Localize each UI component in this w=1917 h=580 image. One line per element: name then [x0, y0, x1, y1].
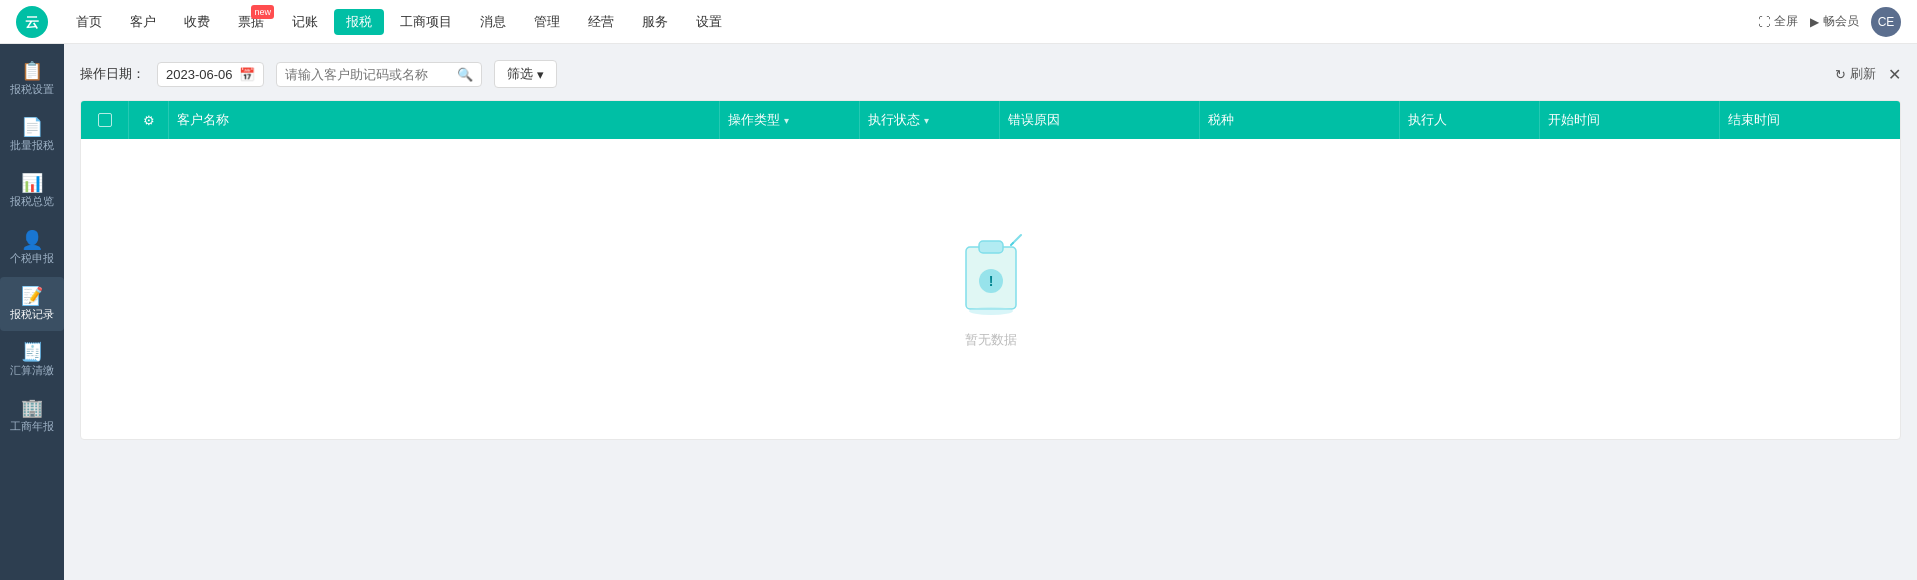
- empty-text: 暂无数据: [965, 331, 1017, 349]
- col-end-time-label: 结束时间: [1728, 111, 1780, 129]
- toolbar-right: ↻ 刷新 ✕: [1835, 65, 1901, 84]
- sidebar-label-baoshuizonglan: 报税总览: [10, 195, 54, 208]
- piliangbaoshui-icon: 📄: [21, 118, 43, 136]
- nav-item-票据[interactable]: 票据new: [226, 9, 276, 35]
- col-customer-name: 客户名称: [169, 101, 720, 139]
- nav-item-工商项目[interactable]: 工商项目: [388, 9, 464, 35]
- sidebar-item-geshuishenbao[interactable]: 👤 个税申报: [0, 221, 64, 275]
- col-customer-name-label: 客户名称: [177, 111, 229, 129]
- gear-icon: ⚙: [143, 113, 155, 128]
- nav-item-客户[interactable]: 客户: [118, 9, 168, 35]
- sidebar: 📋 报税设置 📄 批量报税 📊 报税总览 👤 个税申报 📝 报税记录 🧾 汇算清缴 🏢 工商年报: [0, 44, 64, 580]
- fullscreen-button[interactable]: ⛶ 全屏: [1758, 13, 1798, 30]
- col-error-reason: 错误原因: [1000, 101, 1200, 139]
- baoshuizonglan-icon: 📊: [21, 174, 43, 192]
- search-box: 🔍: [276, 62, 482, 87]
- nav-item-设置[interactable]: 设置: [684, 9, 734, 35]
- search-icon: 🔍: [457, 67, 473, 82]
- data-table: ⚙ 客户名称 操作类型 ▾ 执行状态 ▾ 错误原因 税种: [80, 100, 1901, 440]
- sidebar-label-huisuanqingxi: 汇算清缴: [10, 364, 54, 377]
- sidebar-label-piliangbaoshui: 批量报税: [10, 139, 54, 152]
- nav-item-消息[interactable]: 消息: [468, 9, 518, 35]
- refresh-label: 刷新: [1850, 65, 1876, 83]
- nav-menu: 首页客户收费票据new记账报税工商项目消息管理经营服务设置: [64, 9, 1758, 35]
- col-error-reason-label: 错误原因: [1008, 111, 1060, 129]
- badge-new: new: [251, 5, 274, 19]
- sidebar-item-baoshuishezhi[interactable]: 📋 报税设置: [0, 52, 64, 106]
- sidebar-item-gongshangnianbao[interactable]: 🏢 工商年报: [0, 389, 64, 443]
- nav-item-经营[interactable]: 经营: [576, 9, 626, 35]
- svg-line-7: [1011, 243, 1013, 245]
- refresh-icon: ↻: [1835, 67, 1846, 82]
- avatar-initials: CE: [1878, 15, 1895, 29]
- col-operation-type-label: 操作类型: [728, 111, 780, 129]
- sidebar-label-gongshangnianbao: 工商年报: [10, 420, 54, 433]
- nav-item-收费[interactable]: 收费: [172, 9, 222, 35]
- col-executor: 执行人: [1400, 101, 1540, 139]
- col-execute-status[interactable]: 执行状态 ▾: [860, 101, 1000, 139]
- baoshuishezhi-icon: 📋: [21, 62, 43, 80]
- sidebar-label-baoshuijilu: 报税记录: [10, 308, 54, 321]
- close-button[interactable]: ✕: [1888, 65, 1901, 84]
- avatar[interactable]: CE: [1871, 7, 1901, 37]
- col-tax-type: 税种: [1200, 101, 1400, 139]
- col-start-time-label: 开始时间: [1548, 111, 1600, 129]
- toolbar: 操作日期： 2023-06-06 📅 🔍 筛选 ▾ ↻ 刷新 ✕: [80, 60, 1901, 88]
- fullscreen-icon: ⛶: [1758, 15, 1770, 29]
- col-operation-type[interactable]: 操作类型 ▾: [720, 101, 860, 139]
- nav-item-管理[interactable]: 管理: [522, 9, 572, 35]
- sidebar-item-baoshuijilu[interactable]: 📝 报税记录: [0, 277, 64, 331]
- col-start-time: 开始时间: [1540, 101, 1720, 139]
- huisuanqingxi-icon: 🧾: [21, 343, 43, 361]
- empty-illustration: !: [951, 229, 1031, 319]
- sidebar-label-geshuishenbao: 个税申报: [10, 252, 54, 265]
- sidebar-item-baoshuizonglan[interactable]: 📊 报税总览: [0, 164, 64, 218]
- baoshuijilu-icon: 📝: [21, 287, 43, 305]
- app-logo[interactable]: 云: [16, 6, 48, 38]
- filter-icon-operation: ▾: [784, 115, 789, 126]
- settings-column[interactable]: ⚙: [129, 101, 169, 139]
- nav-item-首页[interactable]: 首页: [64, 9, 114, 35]
- date-picker[interactable]: 2023-06-06 📅: [157, 62, 264, 87]
- top-nav: 云 首页客户收费票据new记账报税工商项目消息管理经营服务设置 ⛶ 全屏 ▶ 畅…: [0, 0, 1917, 44]
- filter-button[interactable]: 筛选 ▾: [494, 60, 557, 88]
- filter-icon-status: ▾: [924, 115, 929, 126]
- empty-state: ! 暂无数据: [81, 139, 1900, 439]
- sidebar-item-huisuanqingxi[interactable]: 🧾 汇算清缴: [0, 333, 64, 387]
- col-executor-label: 执行人: [1408, 111, 1447, 129]
- date-label: 操作日期：: [80, 65, 145, 83]
- col-end-time: 结束时间: [1720, 101, 1900, 139]
- geshuishenbao-icon: 👤: [21, 231, 43, 249]
- calendar-icon: 📅: [239, 67, 255, 82]
- date-value: 2023-06-06: [166, 67, 233, 82]
- gongshangnianbao-icon: 🏢: [21, 399, 43, 417]
- nav-item-记账[interactable]: 记账: [280, 9, 330, 35]
- main-layout: 📋 报税设置 📄 批量报税 📊 报税总览 👤 个税申报 📝 报税记录 🧾 汇算清缴 🏢 工商年报 操作日期…: [0, 44, 1917, 580]
- filter-label: 筛选: [507, 65, 533, 83]
- svg-text:云: 云: [25, 14, 39, 30]
- sidebar-label-baoshuishezhi: 报税设置: [10, 83, 54, 96]
- select-all-checkbox[interactable]: [81, 101, 129, 139]
- col-execute-status-label: 执行状态: [868, 111, 920, 129]
- table-body: ! 暂无数据: [81, 139, 1900, 439]
- sidebar-item-piliangbaoshui[interactable]: 📄 批量报税: [0, 108, 64, 162]
- video-icon: ▶: [1810, 15, 1819, 29]
- col-tax-type-label: 税种: [1208, 111, 1234, 129]
- chevron-down-icon: ▾: [537, 67, 544, 82]
- top-nav-right: ⛶ 全屏 ▶ 畅会员 CE: [1758, 7, 1901, 37]
- svg-rect-3: [979, 241, 1003, 253]
- member-button[interactable]: ▶ 畅会员: [1810, 13, 1859, 30]
- nav-item-服务[interactable]: 服务: [630, 9, 680, 35]
- fullscreen-label: 全屏: [1774, 13, 1798, 30]
- svg-point-8: [969, 307, 1013, 315]
- member-label: 畅会员: [1823, 13, 1859, 30]
- svg-line-6: [1013, 235, 1021, 243]
- search-input[interactable]: [285, 67, 453, 82]
- table-header: ⚙ 客户名称 操作类型 ▾ 执行状态 ▾ 错误原因 税种: [81, 101, 1900, 139]
- refresh-button[interactable]: ↻ 刷新: [1835, 65, 1876, 83]
- nav-item-报税[interactable]: 报税: [334, 9, 384, 35]
- checkbox: [98, 113, 112, 127]
- content-area: 操作日期： 2023-06-06 📅 🔍 筛选 ▾ ↻ 刷新 ✕: [64, 44, 1917, 580]
- svg-text:!: !: [988, 273, 993, 289]
